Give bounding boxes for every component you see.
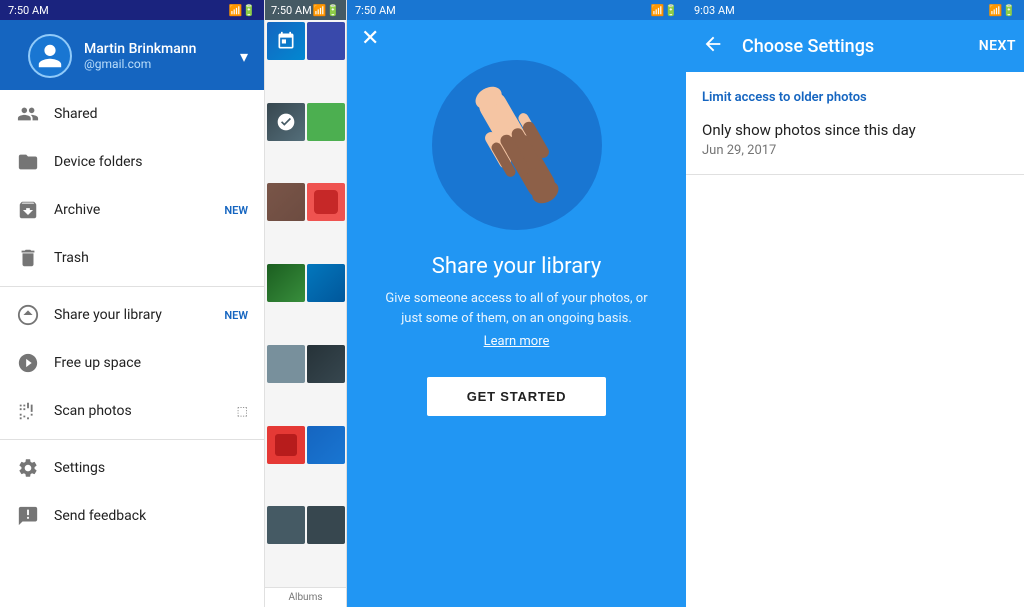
photo-cell[interactable]	[267, 345, 305, 383]
share-illustration	[432, 60, 602, 230]
status-time-share: 7:50 AM	[355, 4, 396, 17]
people-icon	[16, 102, 40, 126]
sidebar-item-settings-label: Settings	[54, 460, 248, 476]
feedback-icon	[16, 504, 40, 528]
back-arrow-icon	[702, 33, 724, 55]
photo-cell[interactable]	[307, 103, 345, 141]
folder-icon	[16, 150, 40, 174]
sidebar-item-device-folders[interactable]: Device folders	[0, 138, 264, 186]
share-title: Share your library	[432, 254, 601, 279]
status-bar-settings: 9:03 AM 📶🔋	[686, 0, 1024, 20]
profile-email: @gmail.com	[84, 57, 228, 71]
photo-grid	[265, 20, 346, 587]
status-icons-left: 📶🔋	[229, 4, 256, 17]
status-time-left: 7:50 AM	[8, 4, 49, 17]
settings-option-date-value: Jun 29, 2017	[702, 143, 1008, 158]
sidebar-item-share-library-label: Share your library	[54, 307, 206, 323]
sidebar-item-settings[interactable]: Settings	[0, 444, 264, 492]
get-started-button[interactable]: GET STARTED	[427, 377, 607, 416]
status-icons-share: 📶🔋	[651, 4, 678, 17]
photo-cell[interactable]	[267, 22, 305, 60]
settings-title: Choose Settings	[742, 36, 969, 57]
close-button[interactable]: ✕	[361, 28, 379, 50]
settings-option-label: Only show photos since this day	[702, 121, 1008, 139]
status-icons-settings: 📶🔋	[989, 4, 1016, 17]
status-bar-left: 7:50 AM 📶🔋	[0, 0, 264, 20]
sidebar-panel: 7:50 AM 📶🔋 Martin Brinkmann @gmail.com ▾…	[0, 0, 265, 607]
settings-section-title: Limit access to older photos	[686, 72, 1024, 111]
settings-panel: 9:03 AM 📶🔋 Choose Settings NEXT Limit ac…	[686, 0, 1024, 607]
calendar-icon	[276, 31, 296, 51]
albums-label: Albums	[265, 587, 346, 607]
next-button[interactable]: NEXT	[979, 38, 1016, 54]
sidebar-item-free-space[interactable]: Free up space	[0, 339, 264, 387]
settings-icon	[16, 456, 40, 480]
sidebar-item-trash[interactable]: Trash	[0, 234, 264, 282]
sidebar-nav: Shared Device folders Archive NEW	[0, 90, 264, 607]
photo-cell[interactable]	[267, 183, 305, 221]
check-circle-icon	[276, 112, 296, 132]
photo-cell[interactable]	[307, 426, 345, 464]
settings-toolbar: Choose Settings NEXT	[686, 20, 1024, 72]
status-time-settings: 9:03 AM	[694, 4, 735, 17]
learn-more-link[interactable]: Learn more	[484, 334, 550, 349]
sidebar-item-free-space-label: Free up space	[54, 355, 248, 371]
photo-cell[interactable]	[267, 103, 305, 141]
free-space-icon	[16, 351, 40, 375]
nav-divider-1	[0, 286, 264, 287]
photo-cell[interactable]	[307, 183, 345, 221]
dropdown-arrow-icon[interactable]: ▾	[240, 47, 248, 66]
sidebar-item-scan-photos[interactable]: Scan photos ⬚	[0, 387, 264, 435]
share-library-badge: NEW	[224, 309, 248, 322]
sidebar-item-share-library[interactable]: Share your library NEW	[0, 291, 264, 339]
sidebar-item-archive[interactable]: Archive NEW	[0, 186, 264, 234]
photo-thumbnail	[314, 190, 338, 214]
sidebar-item-device-folders-label: Device folders	[54, 154, 248, 170]
photo-thumbnail	[275, 434, 297, 456]
share-description: Give someone access to all of your photo…	[347, 279, 686, 328]
status-bar-mid: 7:50 AM 📶🔋	[265, 0, 346, 20]
profile-info: Martin Brinkmann @gmail.com	[84, 41, 228, 71]
archive-icon	[16, 198, 40, 222]
sidebar-item-scan-photos-label: Scan photos	[54, 403, 223, 419]
sidebar-item-shared[interactable]: Shared	[0, 90, 264, 138]
sidebar-item-feedback-label: Send feedback	[54, 508, 248, 524]
sidebar-item-trash-label: Trash	[54, 250, 248, 266]
back-button[interactable]	[694, 25, 732, 68]
photo-cell[interactable]	[307, 264, 345, 302]
status-icons-mid: 📶🔋	[313, 4, 340, 17]
share-library-panel: 7:50 AM 📶🔋 ✕	[347, 0, 686, 607]
hands-illustration	[437, 65, 597, 225]
nav-divider-2	[0, 439, 264, 440]
profile-header[interactable]: Martin Brinkmann @gmail.com ▾	[0, 20, 264, 90]
sidebar-item-archive-label: Archive	[54, 202, 206, 218]
sidebar-item-shared-label: Shared	[54, 106, 248, 122]
sidebar-item-feedback[interactable]: Send feedback	[0, 492, 264, 540]
avatar	[28, 34, 72, 78]
archive-badge: NEW	[224, 204, 248, 217]
scan-photos-external-icon: ⬚	[237, 404, 248, 418]
scan-icon	[16, 399, 40, 423]
share-library-icon	[16, 303, 40, 327]
photo-cell[interactable]	[307, 506, 345, 544]
photo-cell[interactable]	[267, 426, 305, 464]
photo-grid-panel: 7:50 AM 📶🔋 Albums	[265, 0, 347, 607]
photo-cell[interactable]	[307, 22, 345, 60]
person-icon	[36, 42, 64, 70]
photo-cell[interactable]	[267, 264, 305, 302]
status-bar-share: 7:50 AM 📶🔋	[347, 0, 686, 20]
profile-name: Martin Brinkmann	[84, 41, 228, 57]
photo-cell[interactable]	[307, 345, 345, 383]
settings-option-date: Only show photos since this day Jun 29, …	[686, 111, 1024, 175]
trash-icon	[16, 246, 40, 270]
photo-cell[interactable]	[267, 506, 305, 544]
status-time-mid: 7:50 AM	[271, 4, 312, 17]
